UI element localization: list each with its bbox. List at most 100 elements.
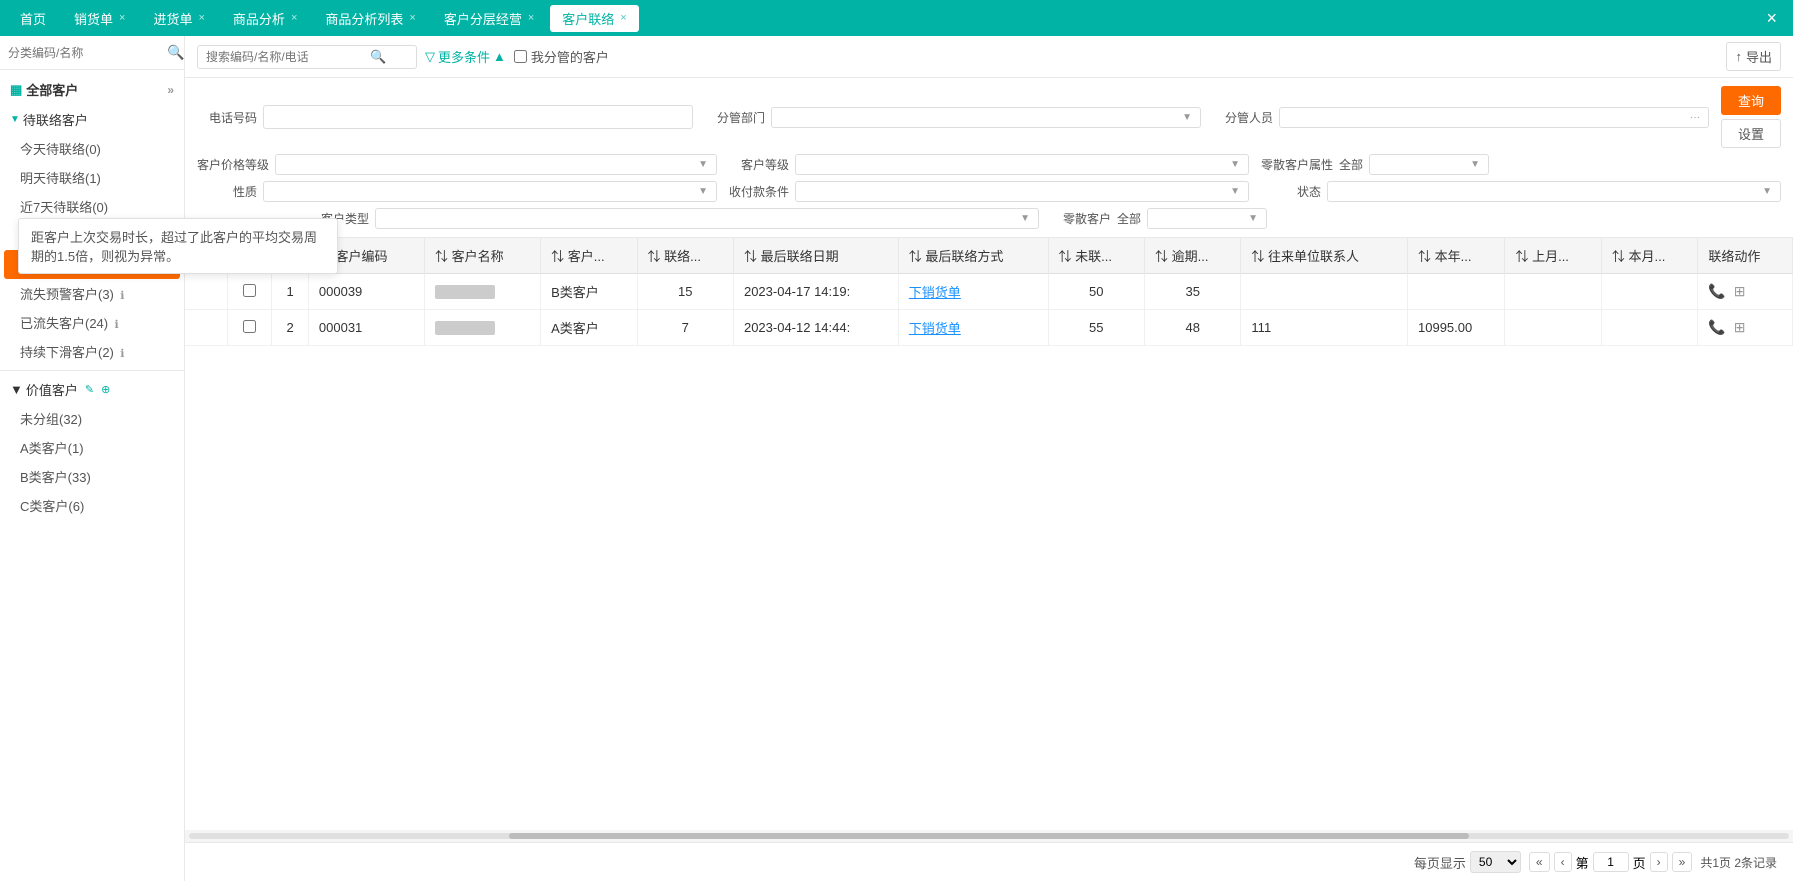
sidebar-item-7days[interactable]: 近7天待联络(0) (0, 192, 184, 221)
grid-action-icon[interactable]: ⊞ (1734, 319, 1746, 336)
name-col-header[interactable]: ⇅ 客户名称 (425, 238, 541, 274)
filter-search-input[interactable] (206, 50, 366, 64)
table-row: 2 000031 A类客户 7 2023-04-12 14:44: 下销货单 5… (185, 310, 1793, 346)
sidebar-item-ungrouped[interactable]: 未分组(32) (0, 404, 184, 433)
row-checkbox[interactable] (243, 320, 256, 333)
horizontal-scrollbar[interactable] (185, 830, 1793, 842)
add-icon[interactable]: ⊕ (101, 383, 110, 396)
nav-item-customer-contact[interactable]: 客户联络 × (550, 5, 638, 32)
filter-retail-attr-select[interactable]: ▼ (1369, 154, 1489, 175)
sidebar-all-customers[interactable]: ▦ 全部客户 » (0, 74, 184, 105)
my-customers-check[interactable] (514, 50, 527, 63)
sidebar-item-b-class[interactable]: B类客户(33) (0, 462, 184, 491)
sidebar-group-value-customers[interactable]: ▼ 价值客户 ✎ ⊕ (0, 375, 184, 404)
sidebar-item-churn-warning[interactable]: 流失预警客户(3) ℹ (0, 279, 184, 308)
page-unit: 页 (1633, 853, 1646, 872)
next-page-button[interactable]: › (1650, 852, 1668, 872)
this-month-col-header[interactable]: ⇅ 本月... (1601, 238, 1697, 274)
close-icon[interactable]: × (291, 12, 297, 24)
filter-retail-customer-value: 全部 (1117, 210, 1141, 227)
last-contact-date-col-header[interactable]: ⇅ 最后联络日期 (733, 238, 898, 274)
filter-phone-input[interactable] (263, 105, 693, 129)
last-contact-method-cell[interactable]: 下销货单 (898, 310, 1048, 346)
row-checkbox[interactable] (243, 284, 256, 297)
chevron-up-icon: ▲ (493, 49, 506, 64)
filter-status-select[interactable]: ▼ (1327, 181, 1781, 202)
grid-action-icon[interactable]: ⊞ (1734, 283, 1746, 300)
filter-customer-type-select[interactable]: ▼ (375, 208, 1039, 229)
nav-item-home[interactable]: 首页 (8, 5, 58, 32)
contact-cell: 7 (637, 310, 733, 346)
filter-icon: ▽ (425, 49, 435, 65)
nav-item-purchase[interactable]: 进货单 × (141, 5, 216, 32)
not-contact-col-header[interactable]: ⇅ 未联... (1048, 238, 1144, 274)
filter-retail-customer-select[interactable]: ▼ (1147, 208, 1267, 229)
top-nav: 首页 销货单 × 进货单 × 商品分析 × 商品分析列表 × 客户分层经营 × … (0, 0, 1793, 36)
type-col-header[interactable]: ⇅ 客户... (541, 238, 637, 274)
first-page-button[interactable]: « (1529, 852, 1550, 872)
call-icon[interactable]: 📞 (1708, 283, 1725, 300)
last-month-cell (1505, 274, 1601, 310)
close-icon[interactable]: × (198, 12, 204, 24)
contacts-cell: 111 (1241, 310, 1408, 346)
this-year-col-header[interactable]: ⇅ 本年... (1408, 238, 1505, 274)
filter-row-4: ··· 客户类型 ▼ 零散客户 全部 ▼ (197, 208, 1781, 229)
per-page-select[interactable]: 50 100 200 (1470, 851, 1521, 873)
query-button[interactable]: 查询 (1721, 86, 1781, 115)
checkbox-cell[interactable] (228, 274, 272, 310)
filter-dept: 分管部门 ▼ (705, 107, 1201, 128)
window-close-button[interactable]: × (1758, 8, 1785, 29)
search-icon[interactable]: 🔍 (370, 49, 386, 65)
sidebar-item-c-class[interactable]: C类客户(6) (0, 491, 184, 520)
nav-item-product-analysis-list[interactable]: 商品分析列表 × (313, 5, 427, 32)
scrollbar-thumb[interactable] (509, 833, 1469, 839)
my-customers-checkbox[interactable]: 我分管的客户 (514, 47, 609, 66)
nav-item-customer-tier[interactable]: 客户分层经营 × (432, 5, 546, 32)
last-contact-method-cell[interactable]: 下销货单 (898, 274, 1048, 310)
more-conditions-button[interactable]: ▽ 更多条件 ▲ (425, 47, 506, 66)
last-contact-method-col-header[interactable]: ⇅ 最后联络方式 (898, 238, 1048, 274)
last-month-col-header[interactable]: ⇅ 上月... (1505, 238, 1601, 274)
filter-customer-level-select[interactable]: ▼ (795, 154, 1249, 175)
checkbox-cell[interactable] (228, 310, 272, 346)
table-row: 1 000039 B类客户 15 2023-04-17 14:19: 下销货单 … (185, 274, 1793, 310)
ellipsis-icon: ··· (1690, 112, 1700, 123)
filter-person-select[interactable]: ··· (1279, 107, 1709, 128)
close-icon[interactable]: × (620, 12, 626, 24)
sidebar-search-input[interactable] (8, 46, 163, 60)
filter-price-level-select[interactable]: ▼ (275, 154, 717, 175)
filter-dept-select[interactable]: ▼ (771, 107, 1201, 128)
sidebar-item-a-class[interactable]: A类客户(1) (0, 433, 184, 462)
call-icon[interactable]: 📞 (1708, 319, 1725, 336)
contact-col-header[interactable]: ⇅ 联络... (637, 238, 733, 274)
nav-item-product-analysis[interactable]: 商品分析 × (221, 5, 309, 32)
last-contact-method-link[interactable]: 下销货单 (909, 321, 961, 336)
filter-search-box: 🔍 (197, 45, 417, 69)
arrow-down-icon: ▼ (10, 114, 20, 125)
close-icon[interactable]: × (409, 12, 415, 24)
filter-nature-select[interactable]: ▼ (263, 181, 717, 202)
overdue-col-header[interactable]: ⇅ 逾期... (1144, 238, 1240, 274)
sidebar-item-declining[interactable]: 持续下滑客户(2) ℹ (0, 337, 184, 366)
page-label: 第 (1576, 853, 1589, 872)
prev-page-button[interactable]: ‹ (1554, 852, 1572, 872)
sidebar-item-tomorrow[interactable]: 明天待联络(1) (0, 163, 184, 192)
close-icon[interactable]: × (119, 12, 125, 24)
sidebar-group-pending[interactable]: ▼ 待联络客户 (0, 105, 184, 134)
nav-item-sales[interactable]: 销货单 × (62, 5, 137, 32)
close-icon[interactable]: × (528, 12, 534, 24)
sidebar-search-icon[interactable]: 🔍 (167, 44, 184, 61)
bottom-bar: 每页显示 50 100 200 « ‹ 第 页 › » 共1页 2条记录 (185, 842, 1793, 881)
collapse-icon[interactable]: » (167, 83, 174, 97)
settings-button[interactable]: 设置 (1721, 119, 1781, 148)
page-number-input[interactable] (1593, 852, 1629, 872)
contacts-col-header[interactable]: ⇅ 往来单位联系人 (1241, 238, 1408, 274)
sidebar-item-churned[interactable]: 已流失客户(24) ℹ (0, 308, 184, 337)
sidebar-item-today[interactable]: 今天待联络(0) (0, 134, 184, 163)
last-page-button[interactable]: » (1672, 852, 1693, 872)
chevron-down-icon: ▼ (698, 186, 708, 197)
export-button[interactable]: ↑ 导出 (1726, 42, 1781, 71)
edit-icon[interactable]: ✎ (85, 383, 94, 396)
last-contact-method-link[interactable]: 下销货单 (909, 285, 961, 300)
filter-payment-select[interactable]: ▼ (795, 181, 1249, 202)
